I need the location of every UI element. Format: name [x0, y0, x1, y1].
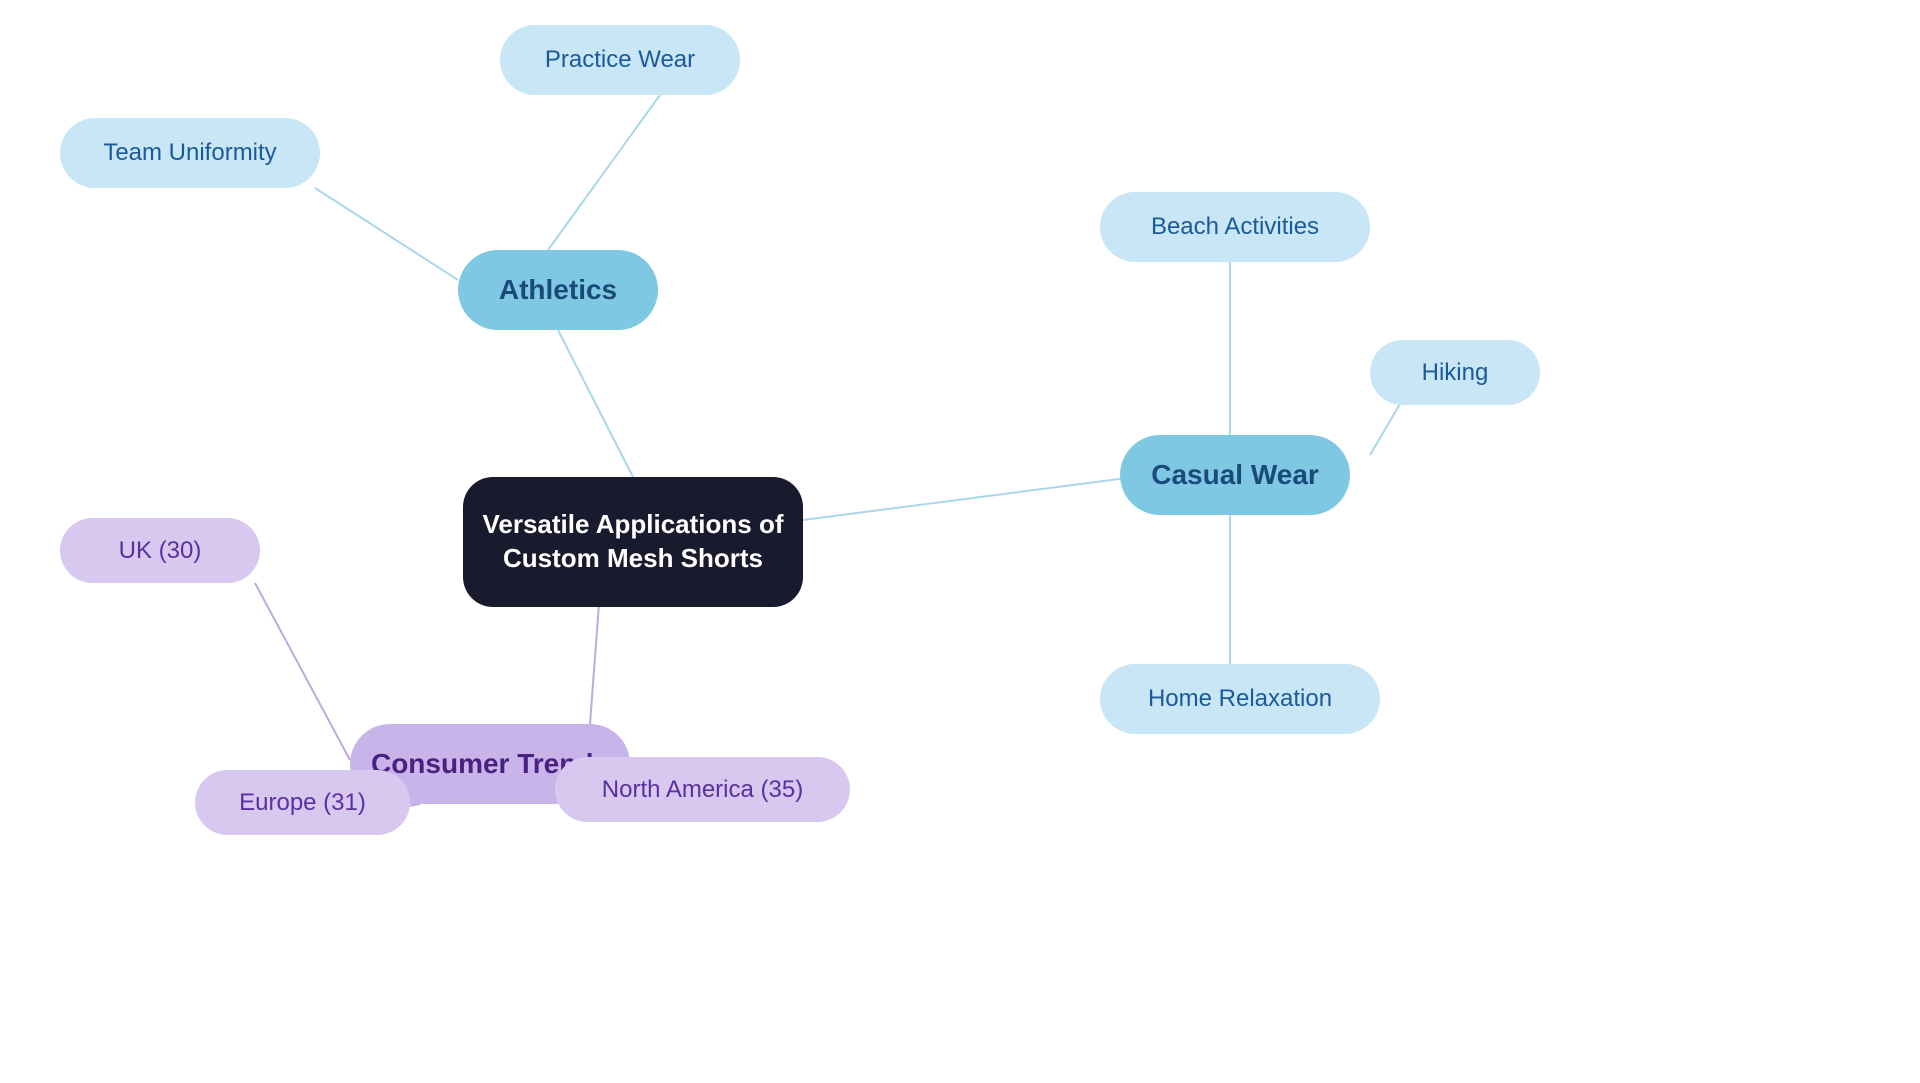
hiking-node: Hiking — [1370, 340, 1540, 405]
beach-activities-node: Beach Activities — [1100, 192, 1370, 262]
home-relaxation-node: Home Relaxation — [1100, 664, 1380, 734]
uk-node: UK (30) — [60, 518, 260, 583]
casual-wear-node: Casual Wear — [1120, 435, 1350, 515]
practice-wear-node: Practice Wear — [500, 25, 740, 95]
europe-node: Europe (31) — [195, 770, 410, 835]
team-uniformity-node: Team Uniformity — [60, 118, 320, 188]
athletics-node: Athletics — [458, 250, 658, 330]
center-node: Versatile Applications of Custom Mesh Sh… — [463, 477, 803, 607]
north-america-node: North America (35) — [555, 757, 850, 822]
